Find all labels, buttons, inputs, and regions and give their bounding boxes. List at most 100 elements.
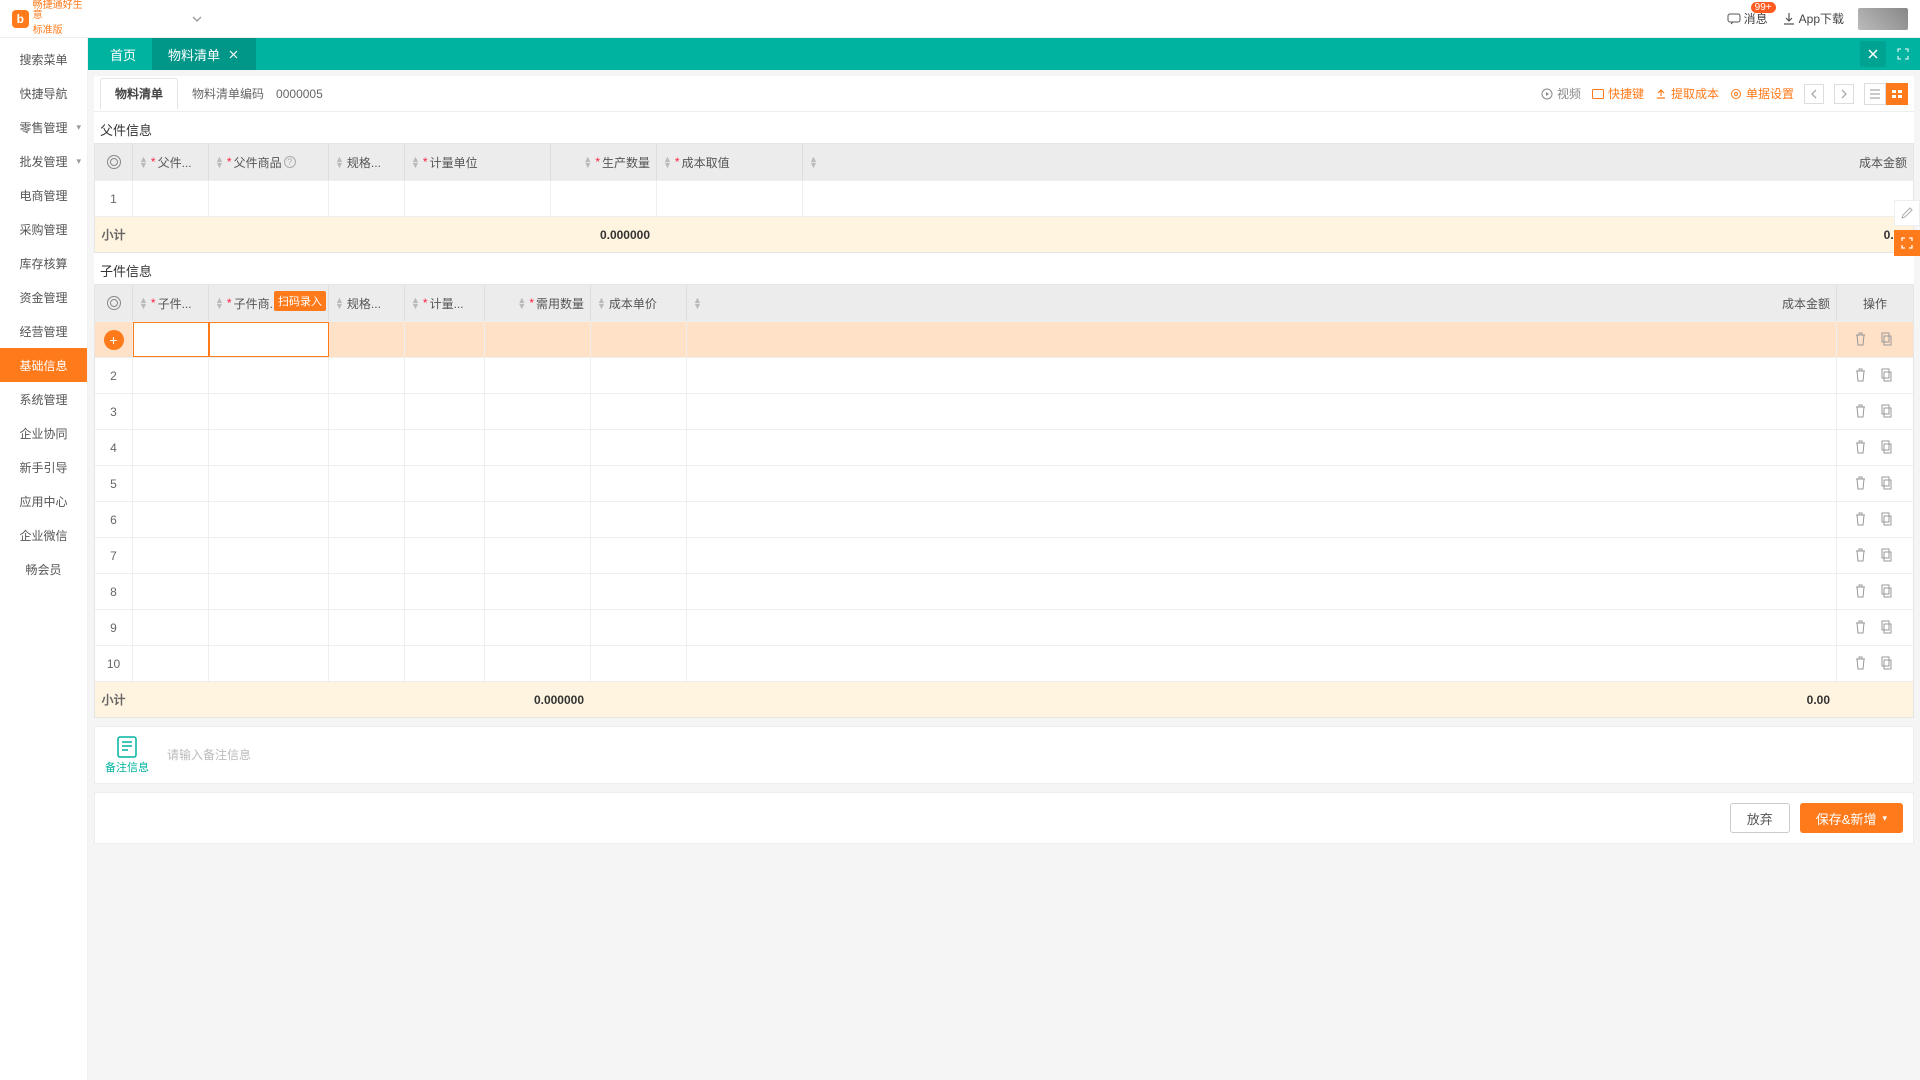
discard-button[interactable]: 放弃	[1730, 803, 1790, 833]
child-row[interactable]: 5	[95, 465, 1913, 501]
fullscreen-icon[interactable]	[1892, 43, 1914, 65]
col-child-spec[interactable]: ▲▼规格...	[329, 285, 405, 321]
delete-row-icon[interactable]	[1854, 368, 1870, 384]
child-row[interactable]: 6	[95, 501, 1913, 537]
copy-row-icon[interactable]	[1880, 512, 1896, 528]
view-form-button[interactable]	[1886, 83, 1908, 105]
copy-row-icon[interactable]	[1880, 620, 1896, 636]
edit-handle[interactable]	[1894, 200, 1920, 226]
sidebar-item[interactable]: 企业微信	[0, 518, 87, 552]
copy-row-icon[interactable]	[1880, 440, 1896, 456]
sidebar-item[interactable]: 系统管理	[0, 382, 87, 416]
tabs-close-all[interactable]	[1860, 41, 1886, 67]
next-doc-button[interactable]	[1834, 84, 1854, 104]
child-row[interactable]: 10	[95, 645, 1913, 681]
sidebar-item[interactable]: 库存核算	[0, 246, 87, 280]
copy-row-icon[interactable]	[1880, 548, 1896, 564]
video-link[interactable]: 视频	[1540, 85, 1581, 102]
app-download-button[interactable]: App下载	[1782, 10, 1844, 27]
delete-row-icon[interactable]	[1854, 476, 1870, 492]
app-download-label: App下载	[1799, 10, 1844, 27]
child-row[interactable]: 7	[95, 537, 1913, 573]
col-child-unit[interactable]: ▲▼*计量...	[405, 285, 485, 321]
sidebar-item[interactable]: 采购管理	[0, 212, 87, 246]
org-selector[interactable]	[128, 10, 204, 27]
sidebar-item[interactable]: 企业协同	[0, 416, 87, 450]
tab-home[interactable]: 首页	[94, 38, 152, 70]
delete-row-icon[interactable]	[1854, 620, 1870, 636]
col-parent-code[interactable]: ▲▼*父件...	[133, 144, 209, 180]
copy-row-icon[interactable]	[1880, 656, 1896, 672]
child-row[interactable]: 8	[95, 573, 1913, 609]
child-row[interactable]: +	[95, 321, 1913, 357]
col-parent-unit[interactable]: ▲▼*计量单位	[405, 144, 551, 180]
row-index: 3	[95, 394, 133, 429]
sidebar-item[interactable]: 批发管理▾	[0, 144, 87, 178]
memo-input[interactable]	[161, 742, 1903, 768]
sidebar-item[interactable]: 新手引导	[0, 450, 87, 484]
sidebar-item[interactable]: 快捷导航	[0, 76, 87, 110]
sidebar-item[interactable]: 应用中心	[0, 484, 87, 518]
child-code-input[interactable]	[133, 322, 209, 357]
col-cost-source[interactable]: ▲▼*成本取值	[657, 144, 803, 180]
add-row-button[interactable]: +	[104, 330, 124, 350]
parent-row[interactable]: 1	[95, 180, 1913, 216]
delete-row-icon[interactable]	[1854, 656, 1870, 672]
help-icon[interactable]: ?	[284, 156, 296, 168]
col-child-product[interactable]: ▲▼*子件商...扫码录入	[209, 285, 329, 321]
child-row[interactable]: 3	[95, 393, 1913, 429]
col-cost-amount[interactable]: ▲▼成本金额	[803, 144, 1913, 180]
view-list-button[interactable]	[1864, 83, 1886, 105]
child-product-input[interactable]	[209, 322, 329, 357]
child-grid-settings[interactable]	[95, 285, 133, 321]
copy-row-icon[interactable]	[1880, 404, 1896, 420]
sidebar-item[interactable]: 搜索菜单	[0, 42, 87, 76]
delete-row-icon[interactable]	[1854, 584, 1870, 600]
parent-grid-settings[interactable]	[95, 144, 133, 180]
delete-row-icon[interactable]	[1854, 548, 1870, 564]
save-and-new-button[interactable]: 保存&新增▾	[1800, 803, 1903, 833]
delete-row-icon[interactable]	[1854, 440, 1870, 456]
copy-row-icon[interactable]	[1880, 476, 1896, 492]
tab-bom[interactable]: 物料清单	[152, 38, 256, 70]
delete-row-icon[interactable]	[1854, 512, 1870, 528]
parent-subtotal-row: 小计 0.000000 0.00	[95, 216, 1913, 252]
col-parent-qty[interactable]: ▲▼*生产数量	[551, 144, 657, 180]
col-parent-spec[interactable]: ▲▼规格...	[329, 144, 405, 180]
copy-row-icon[interactable]	[1880, 584, 1896, 600]
subtab-bom[interactable]: 物料清单	[100, 78, 178, 110]
col-child-qty[interactable]: ▲▼*需用数量	[485, 285, 591, 321]
topbar-right: 消息 99+ App下载	[1727, 8, 1908, 30]
child-row[interactable]: 4	[95, 429, 1913, 465]
col-parent-product[interactable]: ▲▼*父件商品?	[209, 144, 329, 180]
col-child-amount[interactable]: ▲▼成本金额	[687, 285, 1837, 321]
scan-input-tag[interactable]: 扫码录入	[274, 291, 326, 311]
messages-button[interactable]: 消息 99+	[1727, 10, 1768, 27]
sidebar-item[interactable]: 基础信息	[0, 348, 87, 382]
main: 首页 物料清单 物料清单 物料清单编码 0000005	[88, 38, 1920, 1080]
child-row[interactable]: 9	[95, 609, 1913, 645]
child-row[interactable]: 2	[95, 357, 1913, 393]
sidebar-item[interactable]: 畅会员	[0, 552, 87, 586]
col-child-ops: 操作	[1837, 285, 1913, 321]
memo-icon: 备注信息	[105, 735, 149, 775]
avatar[interactable]	[1858, 8, 1908, 30]
shortcut-link[interactable]: 快捷键	[1591, 85, 1644, 102]
prev-doc-button[interactable]	[1804, 84, 1824, 104]
sidebar-item[interactable]: 资金管理	[0, 280, 87, 314]
download-icon	[1782, 12, 1796, 26]
expand-handle[interactable]	[1894, 230, 1920, 256]
delete-row-icon[interactable]	[1854, 332, 1870, 348]
copy-row-icon[interactable]	[1880, 332, 1896, 348]
close-icon[interactable]	[226, 47, 240, 61]
col-child-code[interactable]: ▲▼*子件...	[133, 285, 209, 321]
delete-row-icon[interactable]	[1854, 404, 1870, 420]
extract-cost-link[interactable]: 提取成本	[1654, 85, 1719, 102]
copy-row-icon[interactable]	[1880, 368, 1896, 384]
sidebar-item[interactable]: 经营管理	[0, 314, 87, 348]
sidebar-item[interactable]: 电商管理	[0, 178, 87, 212]
col-child-price[interactable]: ▲▼成本单价	[591, 285, 687, 321]
parent-subtotal-qty: 0.000000	[551, 217, 657, 252]
sidebar-item[interactable]: 零售管理▾	[0, 110, 87, 144]
doc-settings-link[interactable]: 单据设置	[1729, 85, 1794, 102]
